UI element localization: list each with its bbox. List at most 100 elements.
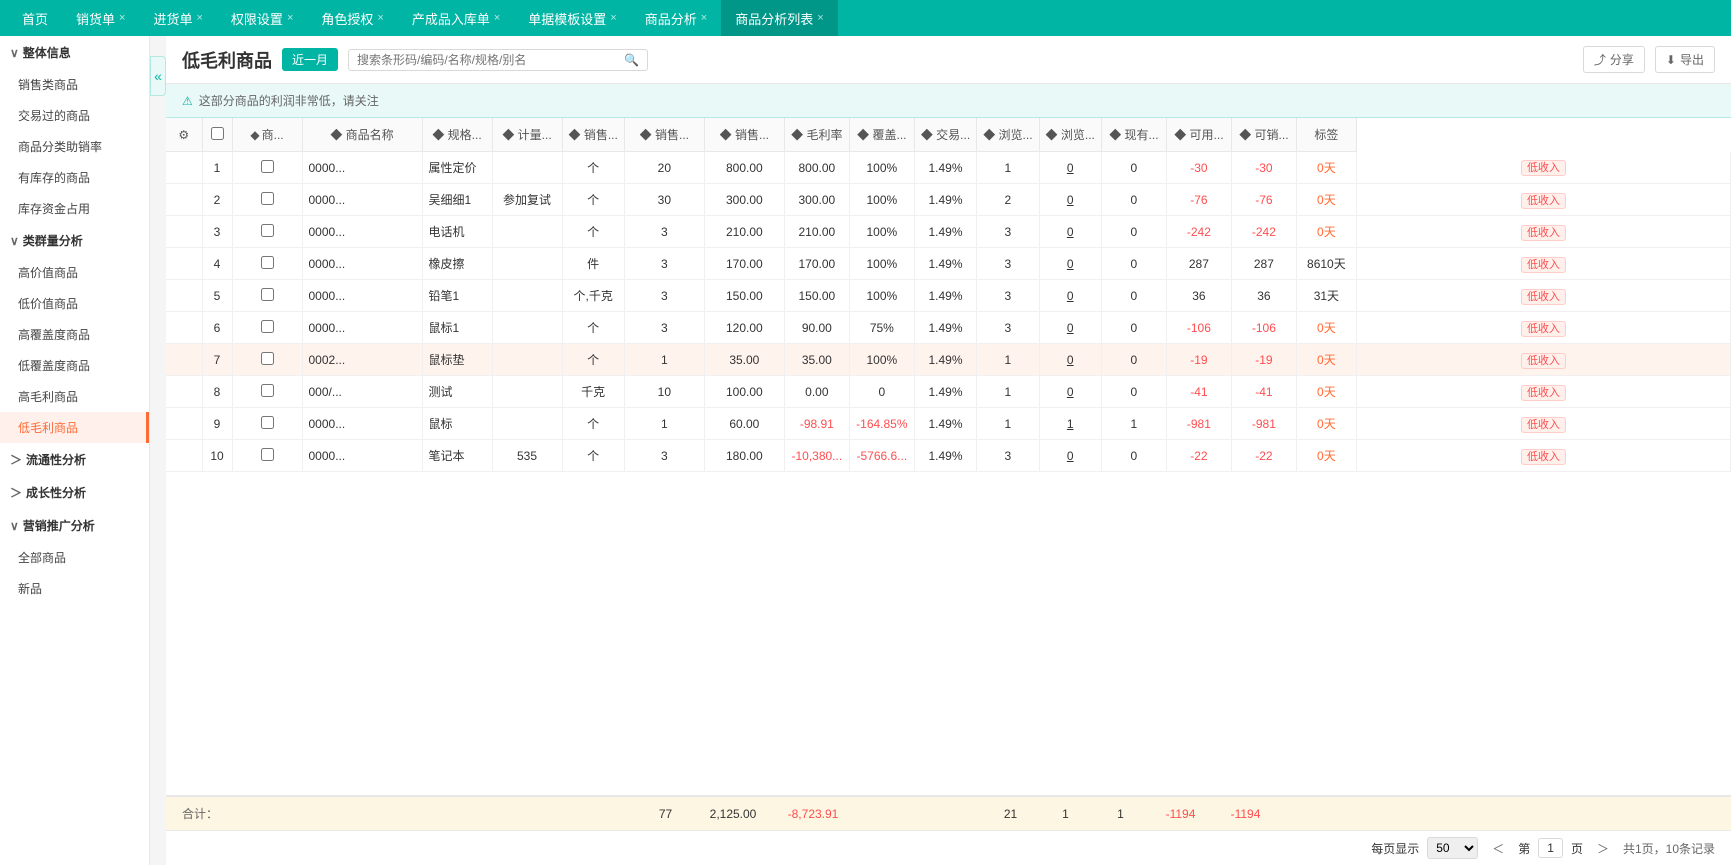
nav-purchase[interactable]: 进货单 × xyxy=(139,0,216,36)
th-name[interactable]: ◆ 商品名称 xyxy=(302,118,422,152)
row-browse1-4[interactable]: 0 xyxy=(1039,280,1101,312)
next-page-button[interactable]: ＞ xyxy=(1591,838,1615,859)
th-tag[interactable]: 标签 xyxy=(1296,118,1356,152)
sidebar-item-traded[interactable]: 交易过的商品 xyxy=(0,100,149,131)
search-icon[interactable]: 🔍 xyxy=(624,53,639,67)
row-browse1-7[interactable]: 0 xyxy=(1039,376,1101,408)
select-all-checkbox[interactable] xyxy=(211,127,224,140)
row-checkbox-7[interactable] xyxy=(232,376,302,408)
row-checkbox-3[interactable] xyxy=(232,248,302,280)
row-checkbox-input-3[interactable] xyxy=(261,256,274,269)
sidebar-item-in-stock[interactable]: 有库存的商品 xyxy=(0,162,149,193)
row-transaction-2: 3 xyxy=(977,216,1039,248)
th-browse2[interactable]: ◆ 浏览... xyxy=(1039,118,1101,152)
nav-analysis-list[interactable]: 商品分析列表 × xyxy=(721,0,837,36)
row-checkbox-input-6[interactable] xyxy=(261,352,274,365)
sidebar-item-low-margin[interactable]: 低毛利商品 xyxy=(0,412,149,443)
close-permissions-icon[interactable]: × xyxy=(287,12,293,24)
row-checkbox-0[interactable] xyxy=(232,152,302,184)
th-available[interactable]: ◆ 可用... xyxy=(1166,118,1231,152)
th-current[interactable]: ◆ 现有... xyxy=(1101,118,1166,152)
sidebar-item-new-products[interactable]: 新品 xyxy=(0,573,149,604)
section-cluster[interactable]: ∨ 类群量分析 xyxy=(0,224,149,257)
th-transaction[interactable]: ◆ 交易... xyxy=(914,118,976,152)
row-checkbox-8[interactable] xyxy=(232,408,302,440)
sidebar-collapse-button[interactable]: « xyxy=(150,56,166,96)
row-checkbox-input-9[interactable] xyxy=(261,448,274,461)
search-input[interactable] xyxy=(357,53,624,67)
row-checkbox-input-2[interactable] xyxy=(261,224,274,237)
th-browse1[interactable]: ◆ 浏览... xyxy=(977,118,1039,152)
th-sales-count[interactable]: ◆ 销售... xyxy=(562,118,624,152)
row-settings-1 xyxy=(166,184,202,216)
close-templates-icon[interactable]: × xyxy=(610,12,616,24)
th-gross-margin[interactable]: ◆ 毛利率 xyxy=(784,118,849,152)
row-browse1-1[interactable]: 0 xyxy=(1039,184,1101,216)
sidebar-item-capital[interactable]: 库存资金占用 xyxy=(0,193,149,224)
sidebar-item-sales-category[interactable]: 销售类商品 xyxy=(0,69,149,100)
export-button[interactable]: ⬇ 导出 xyxy=(1655,46,1715,73)
row-available-7: -41 xyxy=(1231,376,1296,408)
row-name-6: 鼠标垫 xyxy=(422,344,492,376)
row-browse1-6[interactable]: 0 xyxy=(1039,344,1101,376)
nav-templates[interactable]: 单据模板设置 × xyxy=(514,0,630,36)
row-browse1-5[interactable]: 0 xyxy=(1039,312,1101,344)
row-checkbox-2[interactable] xyxy=(232,216,302,248)
section-flow[interactable]: ＞ 流通性分析 xyxy=(0,443,149,476)
row-checkbox-1[interactable] xyxy=(232,184,302,216)
th-sales-price[interactable]: ◆ 销售... xyxy=(624,118,704,152)
sidebar-item-high-margin[interactable]: 高毛利商品 xyxy=(0,381,149,412)
row-browse1-8[interactable]: 1 xyxy=(1039,408,1101,440)
nav-products-in[interactable]: 产成品入库单 × xyxy=(398,0,514,36)
prev-page-button[interactable]: ＜ xyxy=(1486,838,1510,859)
sidebar-item-high-coverage[interactable]: 高覆盖度商品 xyxy=(0,319,149,350)
period-button[interactable]: 近一月 xyxy=(282,48,338,71)
row-checkbox-6[interactable] xyxy=(232,344,302,376)
sidebar-item-all-products[interactable]: 全部商品 xyxy=(0,542,149,573)
th-coverage[interactable]: ◆ 覆盖... xyxy=(849,118,914,152)
row-checkbox-input-5[interactable] xyxy=(261,320,274,333)
row-checkbox-4[interactable] xyxy=(232,280,302,312)
nav-analysis[interactable]: 商品分析 × xyxy=(631,0,721,36)
row-browse1-3[interactable]: 0 xyxy=(1039,248,1101,280)
close-purchase-icon[interactable]: × xyxy=(196,12,202,24)
th-checkbox[interactable] xyxy=(202,118,232,152)
th-sales-amount[interactable]: ◆ 销售... xyxy=(704,118,784,152)
th-unit[interactable]: ◆ 计量... xyxy=(492,118,562,152)
row-sales-count-6: 1 xyxy=(624,344,704,376)
row-checkbox-input-4[interactable] xyxy=(261,288,274,301)
nav-home[interactable]: 首页 xyxy=(8,0,62,36)
th-code[interactable]: ◆ 商... xyxy=(232,118,302,152)
per-page-select[interactable]: 50 100 200 xyxy=(1427,837,1478,859)
close-products-in-icon[interactable]: × xyxy=(494,12,500,24)
row-checkbox-input-1[interactable] xyxy=(261,192,274,205)
row-checkbox-9[interactable] xyxy=(232,440,302,472)
sidebar-item-high-value[interactable]: 高价值商品 xyxy=(0,257,149,288)
nav-sales[interactable]: 销货单 × xyxy=(62,0,139,36)
th-sellable[interactable]: ◆ 可销... xyxy=(1231,118,1296,152)
row-settings-4 xyxy=(166,280,202,312)
sidebar-item-low-value[interactable]: 低价值商品 xyxy=(0,288,149,319)
share-button[interactable]: ⤴ 分享 xyxy=(1583,46,1645,73)
nav-permissions[interactable]: 权限设置 × xyxy=(217,0,307,36)
close-analysis-icon[interactable]: × xyxy=(701,12,707,24)
row-checkbox-input-7[interactable] xyxy=(261,384,274,397)
row-checkbox-input-8[interactable] xyxy=(261,416,274,429)
row-browse1-0[interactable]: 0 xyxy=(1039,152,1101,184)
section-growth[interactable]: ＞ 成长性分析 xyxy=(0,476,149,509)
sidebar-item-low-coverage[interactable]: 低覆盖度商品 xyxy=(0,350,149,381)
sidebar-item-category-rate[interactable]: 商品分类助销率 xyxy=(0,131,149,162)
row-checkbox-input-0[interactable] xyxy=(261,160,274,173)
section-overall[interactable]: ∨ 整体信息 xyxy=(0,36,149,69)
close-roles-icon[interactable]: × xyxy=(377,12,383,24)
row-browse1-2[interactable]: 0 xyxy=(1039,216,1101,248)
th-settings[interactable]: ⚙ xyxy=(166,118,202,152)
row-sellable-1: 0天 xyxy=(1296,184,1356,216)
close-analysis-list-icon[interactable]: × xyxy=(817,12,823,24)
row-checkbox-5[interactable] xyxy=(232,312,302,344)
section-marketing[interactable]: ∨ 营销推广分析 xyxy=(0,509,149,542)
close-sales-icon[interactable]: × xyxy=(119,12,125,24)
row-browse1-9[interactable]: 0 xyxy=(1039,440,1101,472)
th-spec[interactable]: ◆ 规格... xyxy=(422,118,492,152)
nav-roles[interactable]: 角色授权 × xyxy=(307,0,397,36)
